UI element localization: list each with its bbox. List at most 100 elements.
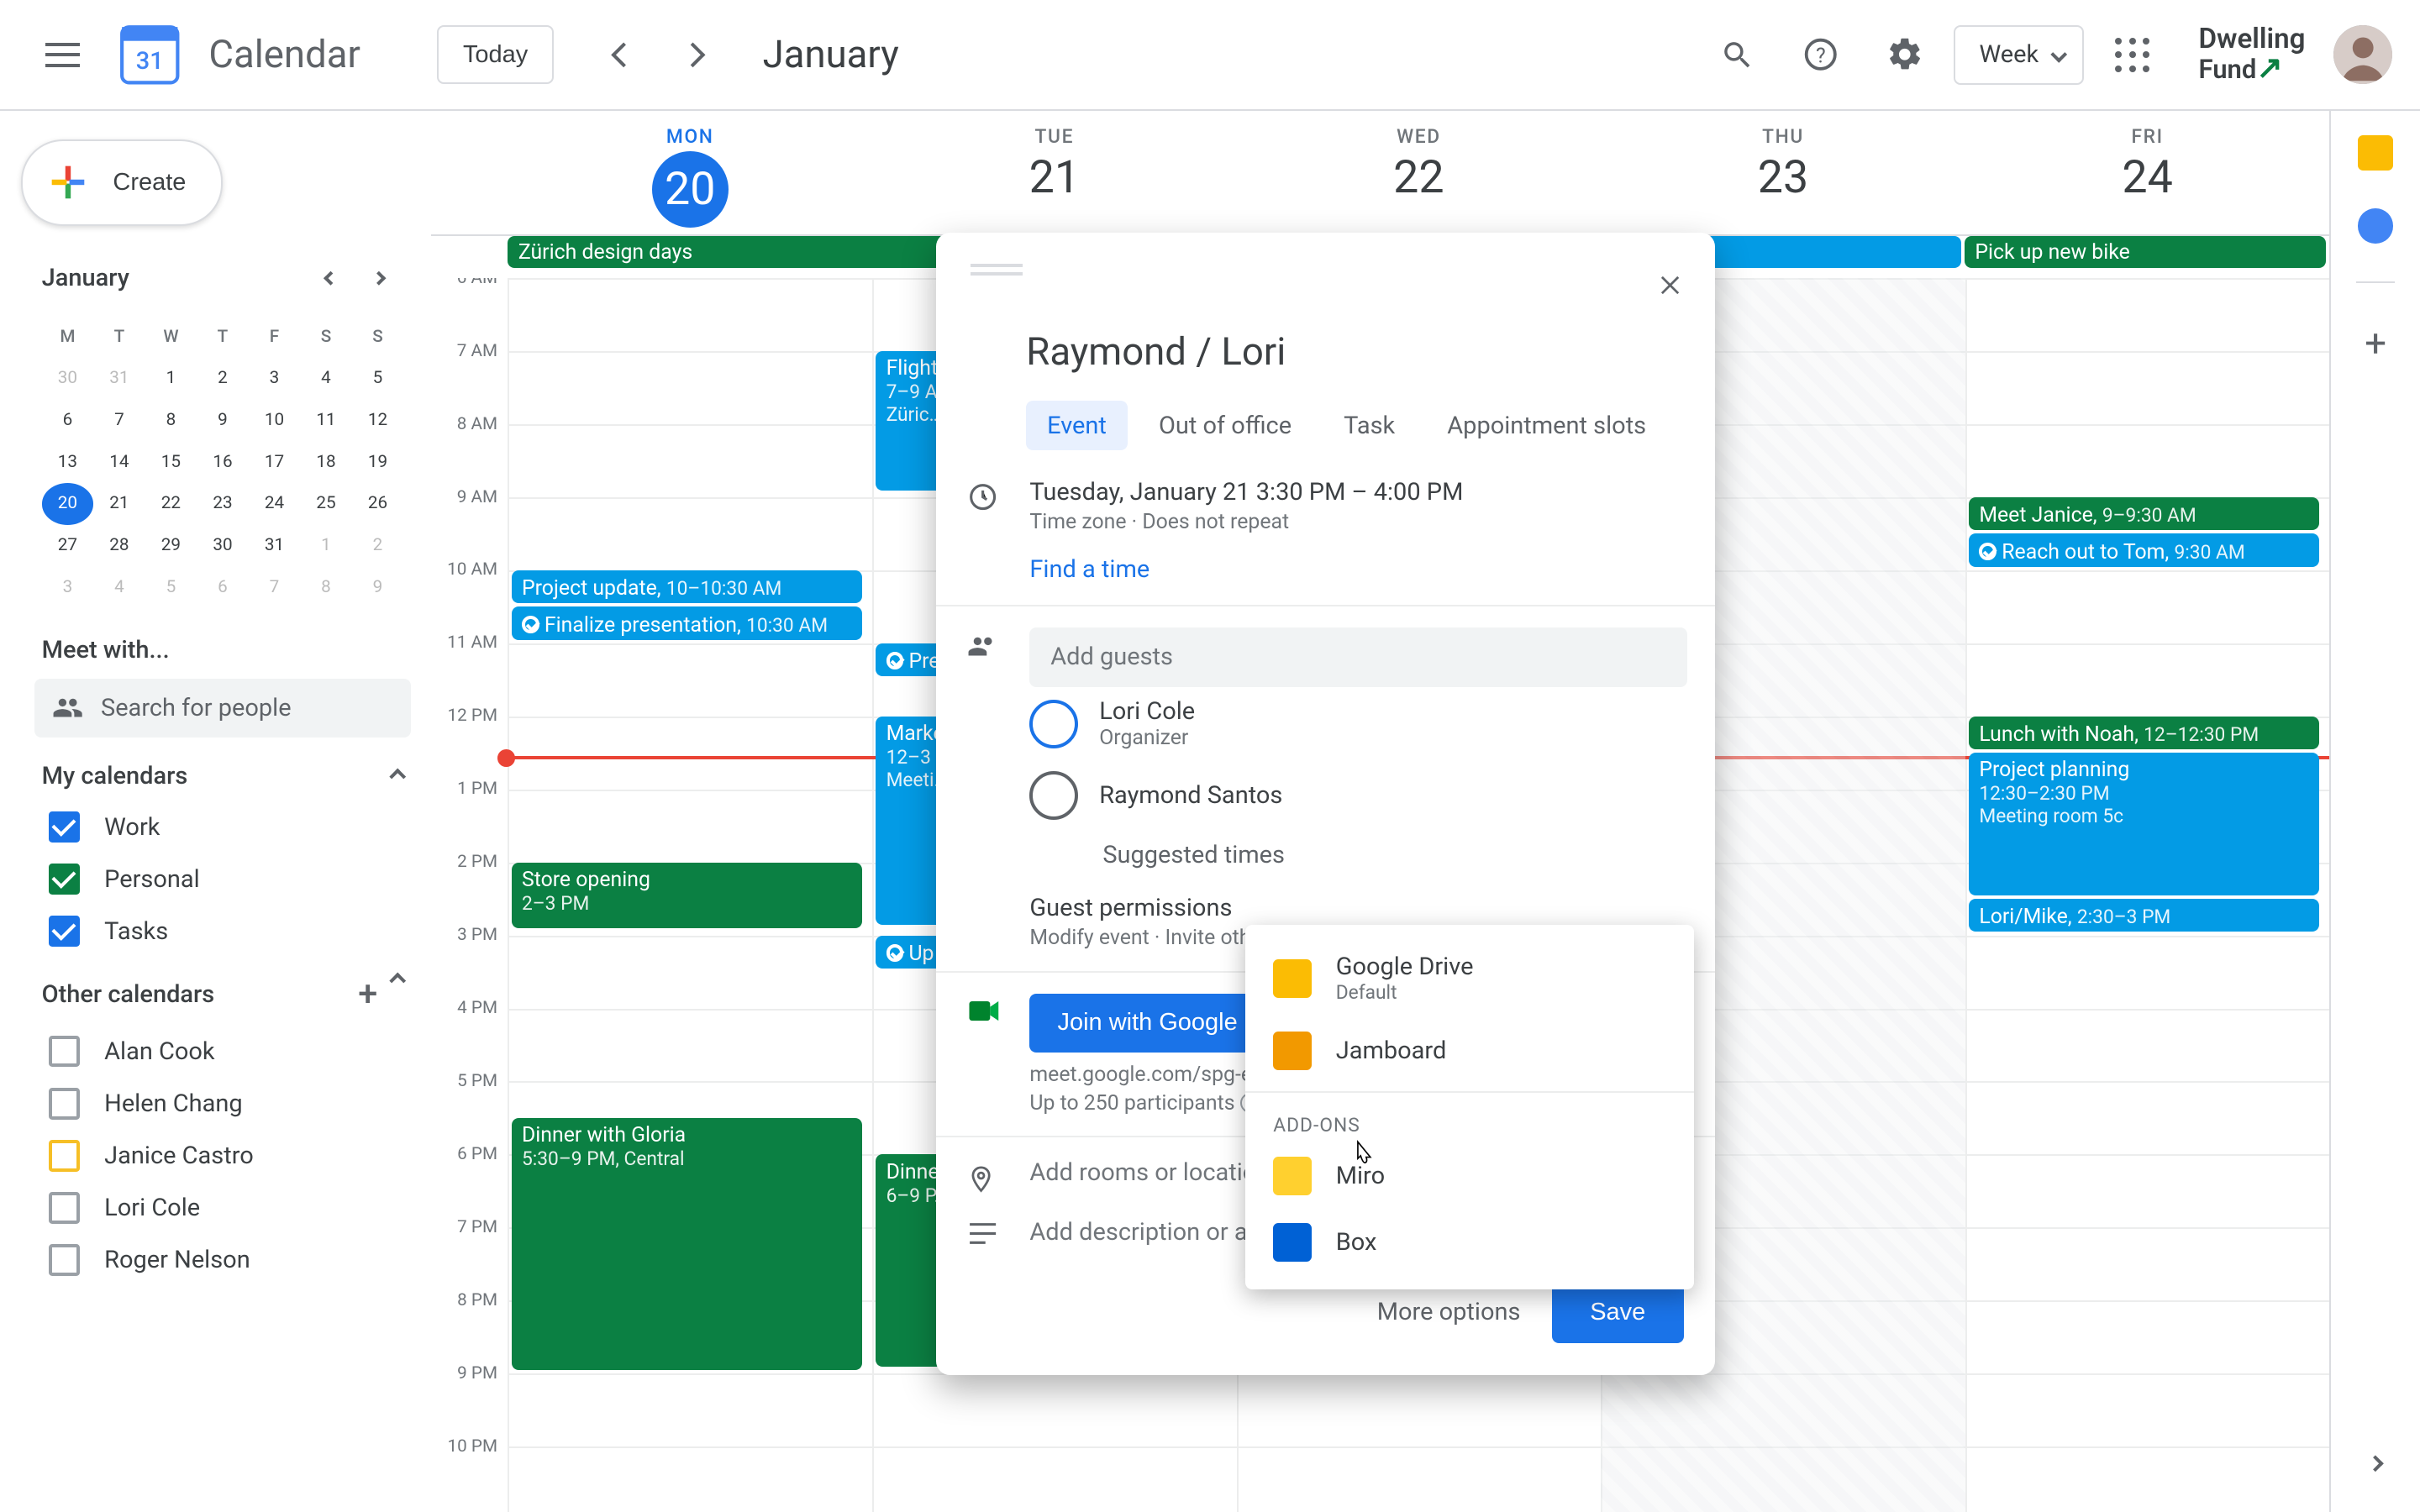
view-selector[interactable]: Week (1954, 25, 2084, 85)
my-calendars-header[interactable]: My calendars (7, 744, 431, 801)
time-cell[interactable] (1965, 936, 2330, 1009)
mini-next-button[interactable] (355, 254, 403, 302)
mini-prev-button[interactable] (306, 254, 355, 302)
calendar-event[interactable]: Lori/Mike, 2:30–3 PM (1969, 899, 2319, 932)
mini-day[interactable]: 6 (42, 400, 94, 442)
mini-day[interactable]: 19 (352, 442, 404, 484)
calendar-event[interactable]: Project update, 10–10:30 AM (512, 570, 862, 603)
time-cell[interactable] (1965, 1154, 2330, 1227)
time-cell[interactable] (1965, 1300, 2330, 1373)
day-column-header[interactable]: TUE21 (872, 111, 1237, 234)
close-dialog-button[interactable] (1642, 257, 1697, 312)
keep-addon-icon[interactable] (2358, 135, 2392, 170)
mini-day[interactable]: 18 (300, 442, 352, 484)
calendar-toggle[interactable]: Helen Chang (7, 1078, 431, 1130)
mini-day[interactable]: 7 (249, 567, 301, 609)
time-cell[interactable] (1237, 1373, 1602, 1446)
calendar-toggle[interactable]: Lori Cole (7, 1182, 431, 1234)
allday-event[interactable]: Pick up new bike (1965, 236, 2326, 267)
time-cell[interactable] (1965, 1081, 2330, 1154)
mini-day[interactable]: 1 (145, 358, 197, 400)
calendar-toggle[interactable]: Work (7, 801, 431, 853)
get-addons-button[interactable]: + (2365, 322, 2386, 366)
mini-day[interactable]: 23 (197, 483, 249, 525)
mini-day[interactable]: 6 (197, 567, 249, 609)
calendar-event[interactable]: Finalize presentation, 10:30 AM (512, 606, 862, 639)
mini-day[interactable]: 9 (197, 400, 249, 442)
time-cell[interactable] (508, 643, 872, 717)
calendar-toggle[interactable]: Tasks (7, 906, 431, 958)
time-cell[interactable] (1601, 1446, 1965, 1512)
time-cell[interactable] (508, 351, 872, 424)
calendar-event[interactable]: Meet Janice, 9–9:30 AM (1969, 497, 2319, 530)
mini-day[interactable]: 11 (300, 400, 352, 442)
mini-day[interactable]: 8 (145, 400, 197, 442)
save-button[interactable]: Save (1552, 1281, 1684, 1343)
mini-day[interactable]: 31 (249, 525, 301, 567)
attachment-source-item[interactable]: Jamboard (1245, 1018, 1694, 1084)
time-cell[interactable] (872, 1446, 1237, 1512)
mini-day[interactable]: 16 (197, 442, 249, 484)
time-cell[interactable] (508, 424, 872, 497)
mini-day[interactable]: 30 (42, 358, 94, 400)
hide-side-panel-button[interactable] (2341, 1429, 2411, 1499)
time-cell[interactable] (872, 1373, 1237, 1446)
google-apps-button[interactable] (2097, 20, 2167, 90)
guest-row[interactable]: Lori ColeOrganizer (1029, 687, 1687, 761)
mini-day[interactable]: 26 (352, 483, 404, 525)
calendar-toggle[interactable]: Roger Nelson (7, 1234, 431, 1286)
time-cell[interactable] (1965, 1227, 2330, 1300)
mini-day[interactable]: 14 (93, 442, 145, 484)
mini-day[interactable]: 17 (249, 442, 301, 484)
mini-day[interactable]: 1 (300, 525, 352, 567)
account-avatar[interactable] (2333, 25, 2392, 84)
allday-cell[interactable]: Pick up new bike (1965, 236, 2329, 278)
time-cell[interactable] (508, 278, 872, 351)
mini-day[interactable]: 12 (352, 400, 404, 442)
mini-day[interactable]: 15 (145, 442, 197, 484)
mini-day[interactable]: 20 (42, 483, 94, 525)
event-type-tab[interactable]: Out of office (1138, 401, 1313, 450)
event-title-input[interactable]: Raymond / Lori (936, 313, 1715, 387)
mini-day[interactable]: 5 (352, 358, 404, 400)
time-cell[interactable] (1965, 570, 2330, 643)
calendar-event[interactable]: Dinner with Gloria5:30–9 PM, Central (512, 1118, 862, 1370)
time-cell[interactable] (508, 790, 872, 863)
event-datetime[interactable]: Tuesday, January 21 3:30 PM – 4:00 PM (1029, 478, 1687, 507)
next-period-button[interactable] (658, 20, 728, 90)
time-cell[interactable] (508, 1373, 872, 1446)
mini-day[interactable]: 22 (145, 483, 197, 525)
day-column-header[interactable]: THU23 (1601, 111, 1965, 234)
day-column-header[interactable]: FRI24 (1965, 111, 2330, 234)
more-options-button[interactable]: More options (1377, 1298, 1521, 1326)
time-cell[interactable] (1965, 1446, 2330, 1512)
time-cell[interactable] (1965, 643, 2330, 717)
mini-day[interactable]: 9 (352, 567, 404, 609)
create-button[interactable]: Create (21, 139, 223, 226)
time-cell[interactable] (1601, 1373, 1965, 1446)
calendar-event[interactable]: Reach out to Tom, 9:30 AM (1969, 533, 2319, 566)
time-cell[interactable] (508, 1446, 872, 1512)
day-column-header[interactable]: WED22 (1237, 111, 1602, 234)
search-people-input[interactable]: Search for people (34, 679, 410, 738)
add-guests-input[interactable]: Add guests (1029, 627, 1687, 687)
event-type-tab[interactable]: Appointment slots (1426, 401, 1667, 450)
mini-day[interactable]: 27 (42, 525, 94, 567)
calendar-event[interactable]: Lunch with Noah, 12–12:30 PM (1969, 717, 2319, 749)
time-cell[interactable] (1965, 1373, 2330, 1446)
mini-day[interactable]: 5 (145, 567, 197, 609)
mini-day[interactable]: 25 (300, 483, 352, 525)
time-cell[interactable] (1965, 351, 2330, 424)
today-button[interactable]: Today (437, 25, 554, 84)
main-menu-button[interactable] (28, 20, 97, 90)
suggested-times-link[interactable]: Suggested times (1029, 831, 1687, 874)
mini-day[interactable]: 4 (93, 567, 145, 609)
tasks-addon-icon[interactable] (2358, 208, 2392, 243)
attachment-source-item[interactable]: Miro (1245, 1143, 1694, 1210)
mini-day[interactable]: 13 (42, 442, 94, 484)
time-cell[interactable] (508, 497, 872, 570)
settings-button[interactable] (1870, 20, 1939, 90)
mini-day[interactable]: 10 (249, 400, 301, 442)
calendar-toggle[interactable]: Janice Castro (7, 1130, 431, 1182)
attachment-source-item[interactable]: Google DriveDefault (1245, 939, 1694, 1018)
